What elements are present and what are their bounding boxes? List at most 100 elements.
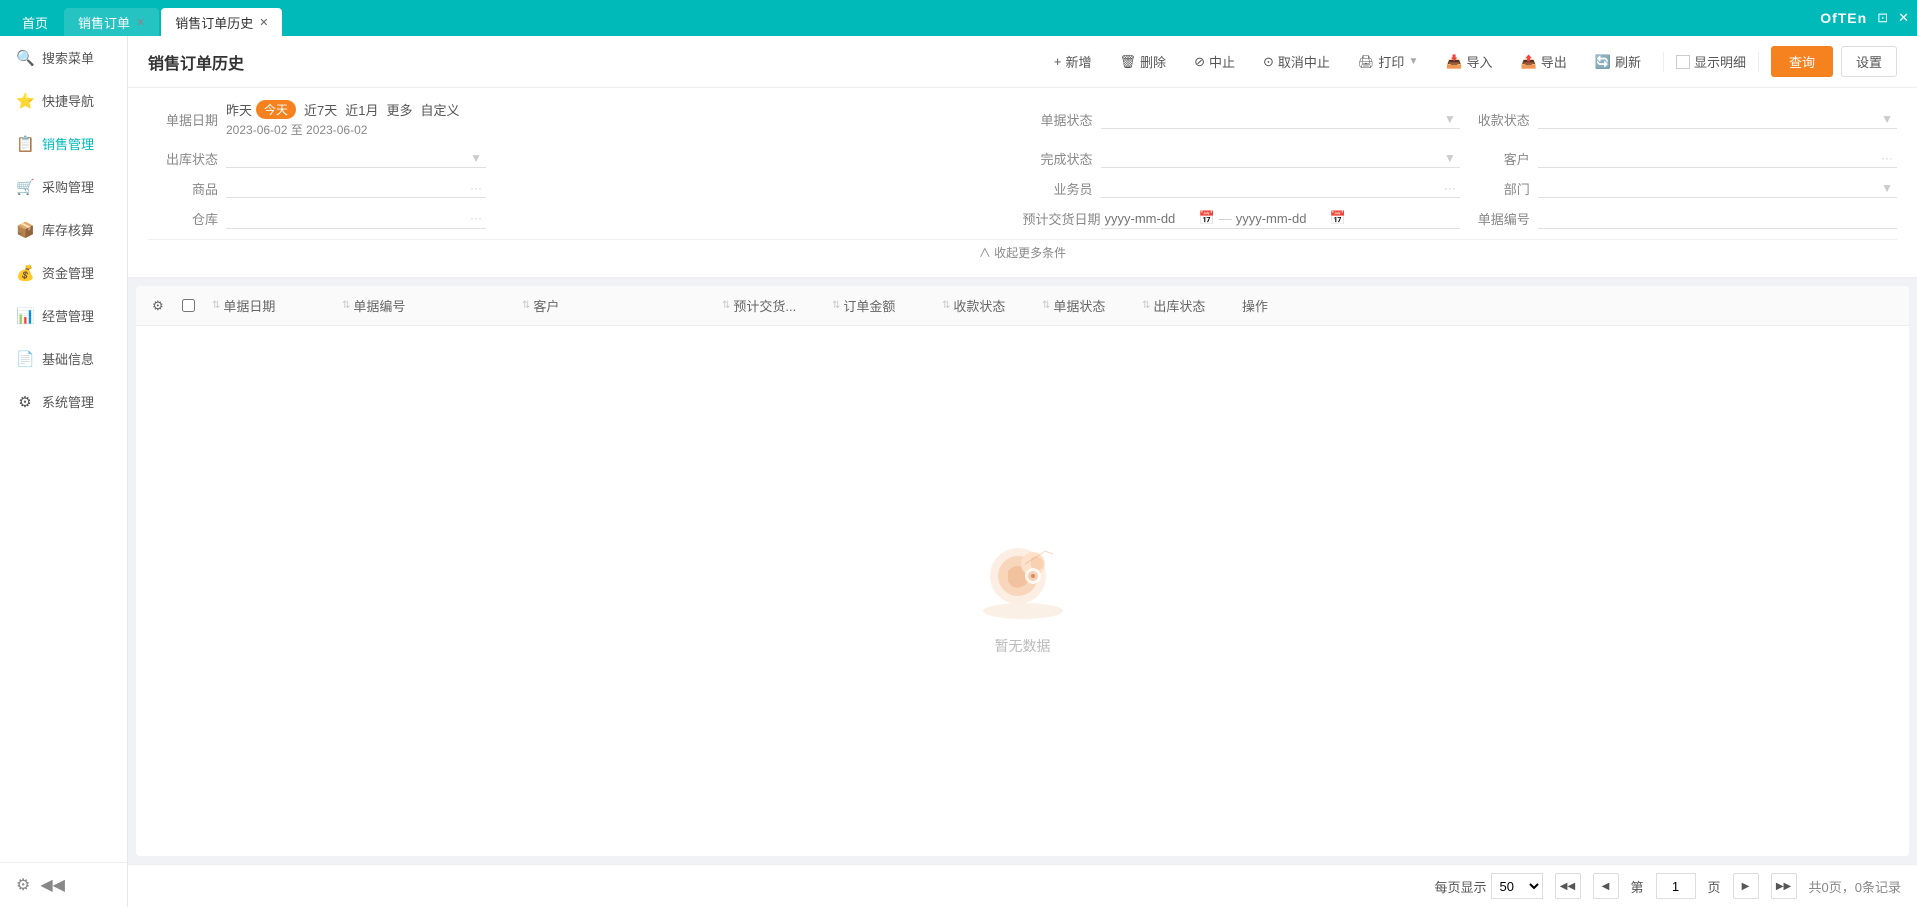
export-button[interactable]: 📤 导出	[1511, 48, 1577, 75]
filter-delivery-date: 预计交货日期 📅 — 📅	[1023, 208, 1460, 229]
next-page-btn[interactable]: ▶	[1733, 873, 1759, 899]
outbound-dropdown-icon[interactable]: ▼	[470, 151, 482, 165]
complete-dropdown-icon[interactable]: ▼	[1444, 151, 1456, 165]
sidebar-item-operations-mgmt[interactable]: 📊 经营管理	[0, 294, 127, 337]
th-customer[interactable]: ⇅ 客户	[516, 296, 716, 315]
warehouse-more-icon[interactable]: ···	[470, 211, 482, 225]
th-status-label: 单据状态	[1053, 296, 1105, 315]
complete-input[interactable]	[1105, 150, 1440, 165]
tab-sales-order-history[interactable]: 销售订单历史 ✕	[161, 8, 282, 36]
salesperson-more-icon[interactable]: ···	[1444, 181, 1456, 195]
th-status-sort-icon: ⇅	[1042, 300, 1050, 311]
refresh-button[interactable]: 🔄 刷新	[1585, 48, 1651, 75]
refresh-label: 刷新	[1615, 52, 1641, 71]
status-dropdown-icon[interactable]: ▼	[1444, 112, 1456, 126]
sidebar-item-inventory-calc[interactable]: 📦 库存核算	[0, 208, 127, 251]
filter-product: 商品 ···	[148, 178, 1023, 198]
product-more-icon[interactable]: ···	[470, 181, 482, 195]
salesperson-input[interactable]	[1105, 180, 1440, 195]
date-opt-today[interactable]: 今天	[256, 100, 296, 119]
import-button[interactable]: 📥 导入	[1436, 48, 1502, 75]
date-opt-1month[interactable]: 近1月	[345, 100, 378, 119]
select-all-checkbox[interactable]	[182, 299, 195, 312]
payment-dropdown-icon[interactable]: ▼	[1881, 112, 1893, 126]
last-page-btn[interactable]: ▶▶	[1771, 873, 1797, 899]
th-number[interactable]: ⇅ 单据编号	[336, 296, 516, 315]
product-input[interactable]	[230, 180, 466, 195]
sidebar-item-sales-mgmt-label: 销售管理	[42, 134, 94, 153]
sidebar-item-basic-info[interactable]: 📄 基础信息	[0, 337, 127, 380]
sidebar-item-purchase-mgmt[interactable]: 🛒 采购管理	[0, 165, 127, 208]
empty-text: 暂无数据	[995, 636, 1051, 656]
collapse-more-btn[interactable]: ∧ 收起更多条件	[148, 239, 1897, 265]
settings-gear-icon[interactable]: ⚙	[152, 298, 164, 314]
date-opt-yesterday[interactable]: 昨天	[226, 100, 252, 119]
first-page-btn[interactable]: ◀◀	[1555, 873, 1581, 899]
status-control: ▼	[1101, 109, 1460, 129]
status-input[interactable]	[1105, 111, 1440, 126]
display-toggle-label[interactable]: 显示明细	[1676, 52, 1746, 71]
tab-sales-order-close[interactable]: ✕	[136, 16, 145, 29]
import-icon: 📥	[1446, 54, 1462, 70]
filter-outbound: 出库状态 ▼	[148, 148, 1023, 168]
prev-page-btn[interactable]: ◀	[1593, 873, 1619, 899]
th-action-label: 操作	[1242, 296, 1268, 315]
th-amount[interactable]: ⇅ 订单金额	[826, 296, 936, 315]
operations-mgmt-icon: 📊	[16, 307, 34, 325]
tab-sales-order[interactable]: 销售订单 ✕	[64, 8, 159, 36]
date-opt-more[interactable]: 更多	[387, 100, 413, 119]
display-toggle-checkbox[interactable]	[1676, 55, 1690, 69]
sidebar-settings-icon[interactable]: ⚙	[16, 875, 30, 895]
sidebar-item-system-mgmt[interactable]: ⚙ 系统管理	[0, 380, 127, 423]
payment-input[interactable]	[1542, 111, 1877, 126]
tab-home[interactable]: 首页	[8, 8, 62, 36]
sidebar-item-finance-mgmt[interactable]: 💰 资金管理	[0, 251, 127, 294]
th-delivery[interactable]: ⇅ 预计交货...	[716, 296, 826, 315]
print-button[interactable]: 🖨 打印 ▼	[1348, 48, 1428, 75]
new-button[interactable]: + 新增	[1044, 48, 1102, 75]
page-number-input[interactable]	[1656, 873, 1696, 899]
perpage-select[interactable]: 10 20 50 100	[1491, 873, 1543, 899]
dept-input[interactable]	[1542, 180, 1877, 195]
settings-button[interactable]: 设置	[1841, 46, 1897, 77]
outbound-input[interactable]	[230, 150, 466, 165]
tab-sales-order-history-label: 销售订单历史	[175, 13, 253, 32]
refresh-icon: 🔄	[1595, 54, 1611, 70]
calendar-to-icon[interactable]: 📅	[1330, 210, 1346, 226]
sidebar-item-quick-nav[interactable]: ⭐ 快捷导航	[0, 79, 127, 122]
sidebar-item-search-menu[interactable]: 🔍 搜索菜单	[0, 36, 127, 79]
delivery-date-from-input[interactable]	[1105, 211, 1195, 226]
query-button[interactable]: 查询	[1771, 46, 1833, 77]
customer-input[interactable]	[1542, 150, 1877, 165]
purchase-mgmt-icon: 🛒	[16, 178, 34, 196]
main-content: 销售订单历史 + 新增 🗑 删除 ⊘ 中止 ⊙ 取消中止	[128, 36, 1917, 907]
date-opt-custom[interactable]: 自定义	[421, 100, 460, 119]
delete-button[interactable]: 🗑 删除	[1110, 48, 1177, 75]
sidebar-bottom: ⚙ ◀◀	[0, 862, 127, 907]
order-number-input[interactable]	[1542, 211, 1893, 226]
th-payment[interactable]: ⇅ 收款状态	[936, 296, 1036, 315]
window-restore-btn[interactable]: ⊡	[1877, 10, 1888, 26]
date-opt-7days[interactable]: 近7天	[304, 100, 337, 119]
cancel-stop-button[interactable]: ⊙ 取消中止	[1253, 48, 1340, 75]
th-settings[interactable]: ⚙	[146, 298, 176, 314]
sidebar-collapse-icon[interactable]: ◀◀	[40, 875, 65, 895]
th-outbound[interactable]: ⇅ 出库状态	[1136, 296, 1236, 315]
dept-dropdown-icon[interactable]: ▼	[1881, 181, 1893, 195]
delivery-date-to-input[interactable]	[1236, 211, 1326, 226]
th-date[interactable]: ⇅ 单据日期	[206, 296, 336, 315]
warehouse-control: ···	[226, 209, 486, 229]
calendar-from-icon[interactable]: 📅	[1199, 210, 1215, 226]
stop-button[interactable]: ⊘ 中止	[1184, 48, 1245, 75]
stop-label: 中止	[1209, 52, 1235, 71]
th-number-label: 单据编号	[353, 296, 405, 315]
th-checkbox[interactable]	[176, 299, 206, 312]
th-status[interactable]: ⇅ 单据状态	[1036, 296, 1136, 315]
warehouse-input[interactable]	[230, 211, 466, 226]
page-header: 销售订单历史 + 新增 🗑 删除 ⊘ 中止 ⊙ 取消中止	[128, 36, 1917, 88]
tab-sales-order-history-close[interactable]: ✕	[259, 16, 268, 29]
window-close-btn[interactable]: ✕	[1898, 10, 1909, 26]
customer-more-icon[interactable]: ···	[1881, 151, 1893, 165]
sidebar-item-sales-mgmt[interactable]: 📋 销售管理	[0, 122, 127, 165]
th-customer-sort-icon: ⇅	[522, 300, 530, 311]
